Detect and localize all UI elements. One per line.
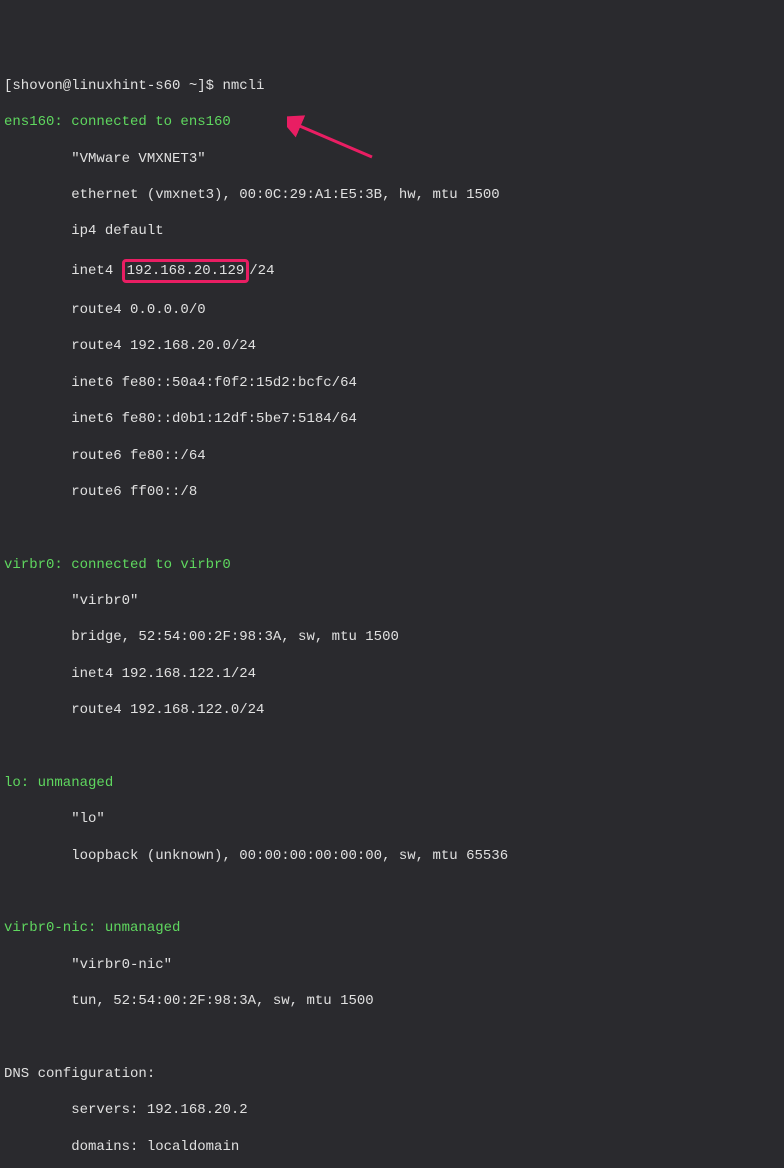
iface1-ip4def: ip4 default — [4, 222, 780, 240]
iface1-inet4: inet4 192.168.20.129/24 — [4, 259, 780, 283]
iface2-name: "virbr0" — [4, 592, 780, 610]
blank4 — [4, 1029, 780, 1047]
dns-domains: domains: localdomain — [4, 1138, 780, 1156]
iface3-name: "lo" — [4, 810, 780, 828]
dns-servers: servers: 192.168.20.2 — [4, 1101, 780, 1119]
iface3-detail: loopback (unknown), 00:00:00:00:00:00, s… — [4, 847, 780, 865]
ip-highlight: 192.168.20.129 — [122, 259, 250, 283]
iface1-route4b: route4 192.168.20.0/24 — [4, 337, 780, 355]
iface1-route4a: route4 0.0.0.0/0 — [4, 301, 780, 319]
iface1-header: ens160: connected to ens160 — [4, 113, 780, 131]
blank1 — [4, 519, 780, 537]
iface1-inet6a: inet6 fe80::50a4:f0f2:15d2:bcfc/64 — [4, 374, 780, 392]
iface2-inet4: inet4 192.168.122.1/24 — [4, 665, 780, 683]
iface2-detail: bridge, 52:54:00:2F:98:3A, sw, mtu 1500 — [4, 628, 780, 646]
blank2 — [4, 738, 780, 756]
iface1-name: "VMware VMXNET3" — [4, 150, 780, 168]
prompt-line: [shovon@linuxhint-s60 ~]$ nmcli — [4, 77, 780, 95]
iface3-header: lo: unmanaged — [4, 774, 780, 792]
iface1-inet6b: inet6 fe80::d0b1:12df:5be7:5184/64 — [4, 410, 780, 428]
iface1-route6a: route6 fe80::/64 — [4, 447, 780, 465]
iface2-header: virbr0: connected to virbr0 — [4, 556, 780, 574]
blank3 — [4, 883, 780, 901]
dns-header: DNS configuration: — [4, 1065, 780, 1083]
command: nmcli — [222, 78, 264, 94]
iface4-name: "virbr0-nic" — [4, 956, 780, 974]
iface1-route6b: route6 ff00::/8 — [4, 483, 780, 501]
shell-prompt: [shovon@linuxhint-s60 ~]$ — [4, 78, 222, 94]
iface4-detail: tun, 52:54:00:2F:98:3A, sw, mtu 1500 — [4, 992, 780, 1010]
iface2-route4: route4 192.168.122.0/24 — [4, 701, 780, 719]
iface1-detail: ethernet (vmxnet3), 00:0C:29:A1:E5:3B, h… — [4, 186, 780, 204]
iface4-header: virbr0-nic: unmanaged — [4, 919, 780, 937]
